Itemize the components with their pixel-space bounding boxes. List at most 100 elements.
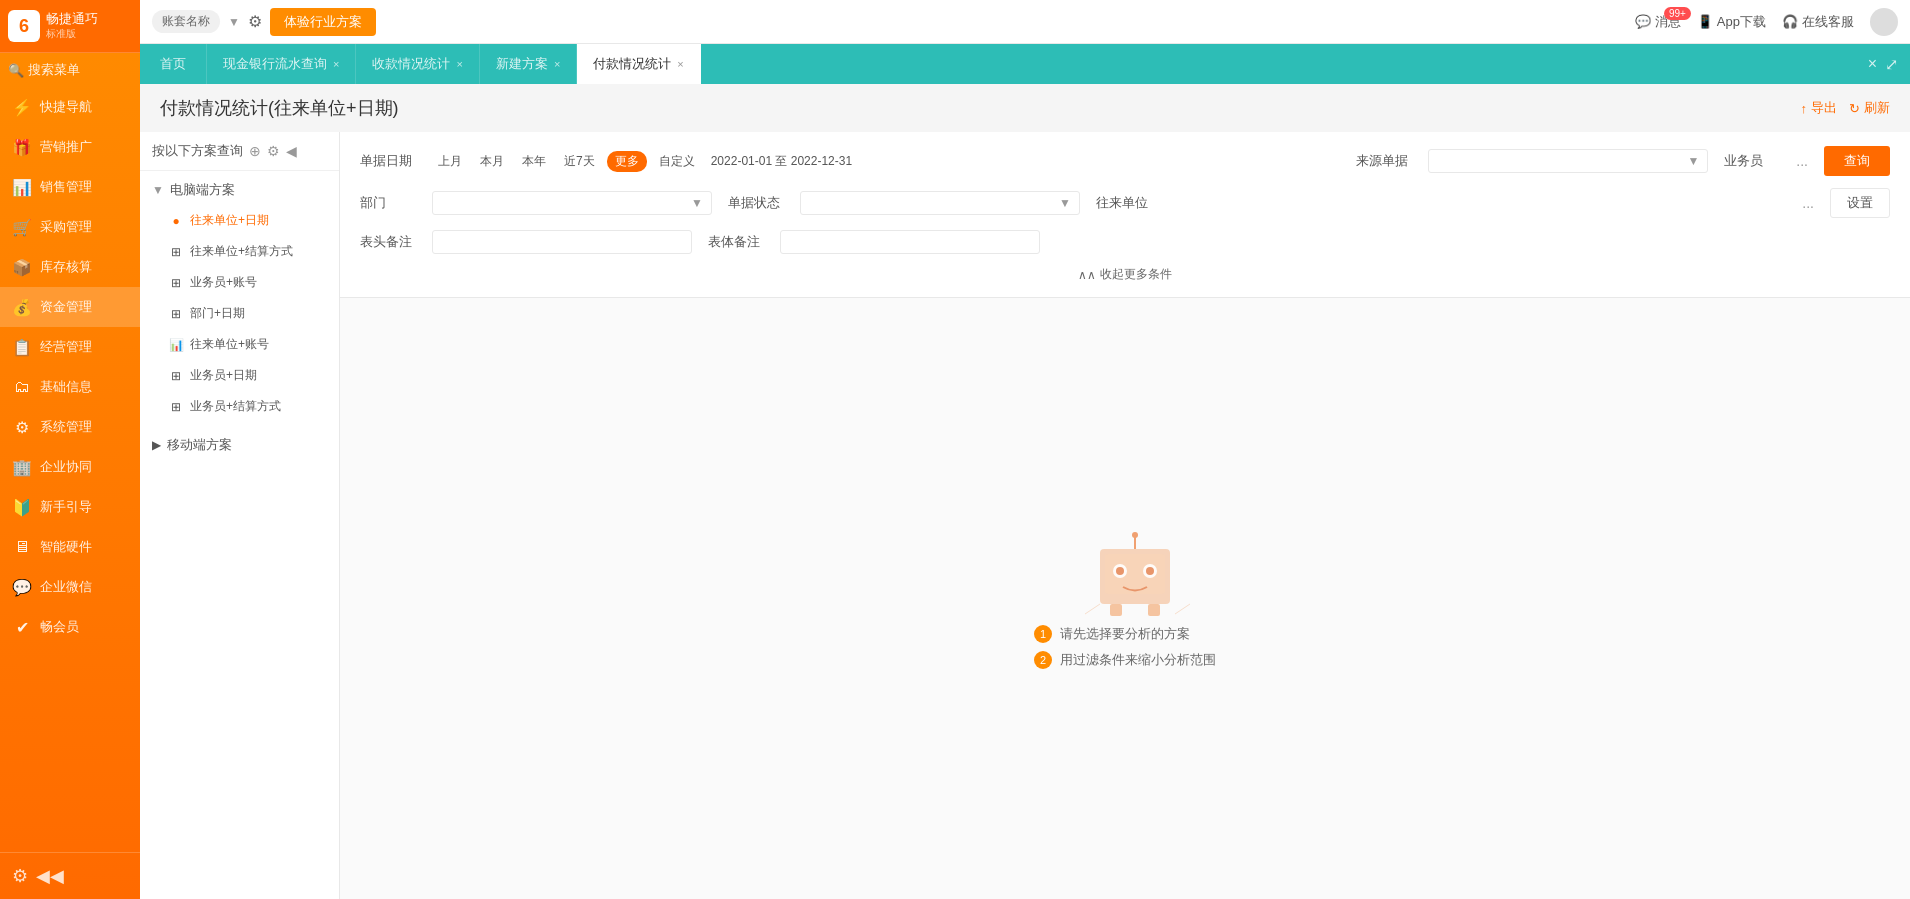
capital-icon: 💰	[12, 297, 32, 317]
settings-button[interactable]: 设置	[1830, 188, 1890, 218]
online-service-btn[interactable]: 🎧 在线客服	[1782, 13, 1854, 31]
refresh-icon: ↻	[1849, 101, 1860, 116]
sidebar-item-wechat[interactable]: 💬 企业微信	[0, 567, 140, 607]
sidebar-item-system[interactable]: ⚙ 系统管理	[0, 407, 140, 447]
sidebar-item-label: 经营管理	[40, 338, 92, 356]
collapse-arrow-icon: ∧∧	[1078, 268, 1096, 282]
sidebar-item-capital[interactable]: 💰 资金管理	[0, 287, 140, 327]
collapse-panel-icon[interactable]: ◀	[286, 143, 297, 159]
mobile-scheme-group: ▶ 移动端方案	[140, 426, 339, 464]
dept-select[interactable]: ▼	[432, 191, 712, 215]
sidebar-item-basic[interactable]: 🗂 基础信息	[0, 367, 140, 407]
voucher-date-label: 单据日期	[360, 152, 416, 170]
collapse-filter-btn[interactable]: ∧∧ 收起更多条件	[1078, 266, 1172, 283]
tab-bank-close[interactable]: ×	[333, 58, 339, 70]
tab-new-scheme[interactable]: 新建方案 ×	[480, 44, 577, 84]
svg-line-11	[1175, 604, 1190, 614]
sidebar-item-marketing[interactable]: 🎁 营销推广	[0, 127, 140, 167]
notifications-badge: 99+	[1664, 7, 1691, 20]
settings-bottom-icon[interactable]: ⚙	[12, 865, 28, 887]
search-menu[interactable]: 🔍 搜索菜单	[0, 53, 140, 87]
dept-label: 部门	[360, 194, 416, 212]
wechat-icon: 💬	[12, 577, 32, 597]
logo-sub: 标准版	[46, 27, 98, 41]
add-scheme-icon[interactable]: ⊕	[249, 143, 261, 159]
scheme-item-unit-account[interactable]: 📊 往来单位+账号	[140, 329, 339, 360]
scheme-icon: ⊞	[168, 306, 184, 322]
svg-point-7	[1132, 532, 1138, 538]
staff-dots[interactable]: ...	[1796, 153, 1808, 169]
logo-name: 畅捷通巧	[46, 11, 98, 28]
collapse-sidebar-icon[interactable]: ◀◀	[36, 865, 64, 887]
sidebar-item-purchase[interactable]: 🛒 采购管理	[0, 207, 140, 247]
topbar-settings-icon[interactable]: ⚙	[248, 12, 262, 31]
scheme-item-label: 业务员+日期	[190, 367, 257, 384]
tab-home[interactable]: 首页	[140, 44, 207, 84]
tab-bank-label: 现金银行流水查询	[223, 55, 327, 73]
date-btn-more[interactable]: 更多	[607, 151, 647, 172]
sidebar-bottom: ⚙ ◀◀	[0, 852, 140, 899]
app-download-btn[interactable]: 📱 App下载	[1697, 13, 1766, 31]
scheme-item-staff-account[interactable]: ⊞ 业务员+账号	[140, 267, 339, 298]
download-icon: 📱	[1697, 14, 1713, 29]
hardware-icon: 🖥	[12, 537, 32, 557]
svg-rect-9	[1148, 604, 1160, 616]
sidebar-item-operation[interactable]: 📋 经营管理	[0, 327, 140, 367]
user-avatar[interactable]	[1870, 8, 1898, 36]
mobile-group-header[interactable]: ▶ 移动端方案	[140, 430, 339, 460]
scheme-item-staff-date[interactable]: ⊞ 业务员+日期	[140, 360, 339, 391]
date-btn-7days[interactable]: 近7天	[558, 151, 601, 172]
svg-point-5	[1146, 567, 1154, 575]
status-dropdown-icon: ▼	[1059, 196, 1071, 210]
scheme-item-label: 业务员+账号	[190, 274, 257, 291]
sidebar-item-guide[interactable]: 🔰 新手引导	[0, 487, 140, 527]
tab-payment-stat[interactable]: 收款情况统计 ×	[356, 44, 479, 84]
source-select[interactable]: ▼	[1428, 149, 1708, 173]
sidebar-item-inventory[interactable]: 📦 库存核算	[0, 247, 140, 287]
svg-line-10	[1085, 604, 1100, 614]
account-dropdown-icon[interactable]: ▼	[228, 15, 240, 29]
sidebar-item-label: 销售管理	[40, 178, 92, 196]
date-btn-this-month[interactable]: 本月	[474, 151, 510, 172]
trial-button[interactable]: 体验行业方案	[270, 8, 376, 36]
scheme-item-unit-settle[interactable]: ⊞ 往来单位+结算方式	[140, 236, 339, 267]
tab-payment-stat-close[interactable]: ×	[456, 58, 462, 70]
tab-pay-stat-close[interactable]: ×	[677, 58, 683, 70]
scheme-item-unit-date[interactable]: ● 往来单位+日期	[140, 205, 339, 236]
sidebar-item-enterprise[interactable]: 🏢 企业协同	[0, 447, 140, 487]
tab-close-all-icon[interactable]: ×	[1868, 55, 1877, 73]
export-button[interactable]: ↑ 导出	[1801, 99, 1838, 117]
tab-expand-icon[interactable]: ⤢	[1885, 55, 1898, 74]
marketing-icon: 🎁	[12, 137, 32, 157]
tab-pay-stat[interactable]: 付款情况统计 ×	[577, 44, 700, 84]
notifications-btn[interactable]: 💬 消息 99+	[1635, 13, 1681, 31]
tip-text-2: 用过滤条件来缩小分析范围	[1060, 651, 1216, 669]
query-button[interactable]: 查询	[1824, 146, 1890, 176]
scheme-settings-icon[interactable]: ⚙	[267, 143, 280, 159]
sidebar-item-hardware[interactable]: 🖥 智能硬件	[0, 527, 140, 567]
date-btn-custom[interactable]: 自定义	[653, 151, 701, 172]
quicknav-icon: ⚡	[12, 97, 32, 117]
tab-new-scheme-close[interactable]: ×	[554, 58, 560, 70]
scheme-item-dept-date[interactable]: ⊞ 部门+日期	[140, 298, 339, 329]
mobile-group-label: 移动端方案	[167, 436, 232, 454]
source-label: 来源单据	[1356, 152, 1412, 170]
unit-dots[interactable]: ...	[1802, 195, 1814, 211]
sidebar-item-label: 企业协同	[40, 458, 92, 476]
desktop-group-header[interactable]: ▼ 电脑端方案	[140, 175, 339, 205]
date-btn-this-year[interactable]: 本年	[516, 151, 552, 172]
body-note-input[interactable]	[780, 230, 1040, 254]
scheme-item-label: 往来单位+账号	[190, 336, 269, 353]
sidebar-item-sales[interactable]: 📊 销售管理	[0, 167, 140, 207]
head-note-input[interactable]	[432, 230, 692, 254]
account-selector[interactable]: 账套名称	[152, 10, 220, 33]
scheme-item-staff-settle[interactable]: ⊞ 业务员+结算方式	[140, 391, 339, 422]
status-select[interactable]: ▼	[800, 191, 1080, 215]
sidebar-item-label: 快捷导航	[40, 98, 92, 116]
sidebar-item-member[interactable]: ✔ 畅会员	[0, 607, 140, 647]
refresh-button[interactable]: ↻ 刷新	[1849, 99, 1890, 117]
empty-state: 1 请先选择要分析的方案 2 用过滤条件来缩小分析范围	[1034, 529, 1216, 669]
date-btn-last-month[interactable]: 上月	[432, 151, 468, 172]
tab-bank[interactable]: 现金银行流水查询 ×	[207, 44, 356, 84]
sidebar-item-quicknav[interactable]: ⚡ 快捷导航	[0, 87, 140, 127]
